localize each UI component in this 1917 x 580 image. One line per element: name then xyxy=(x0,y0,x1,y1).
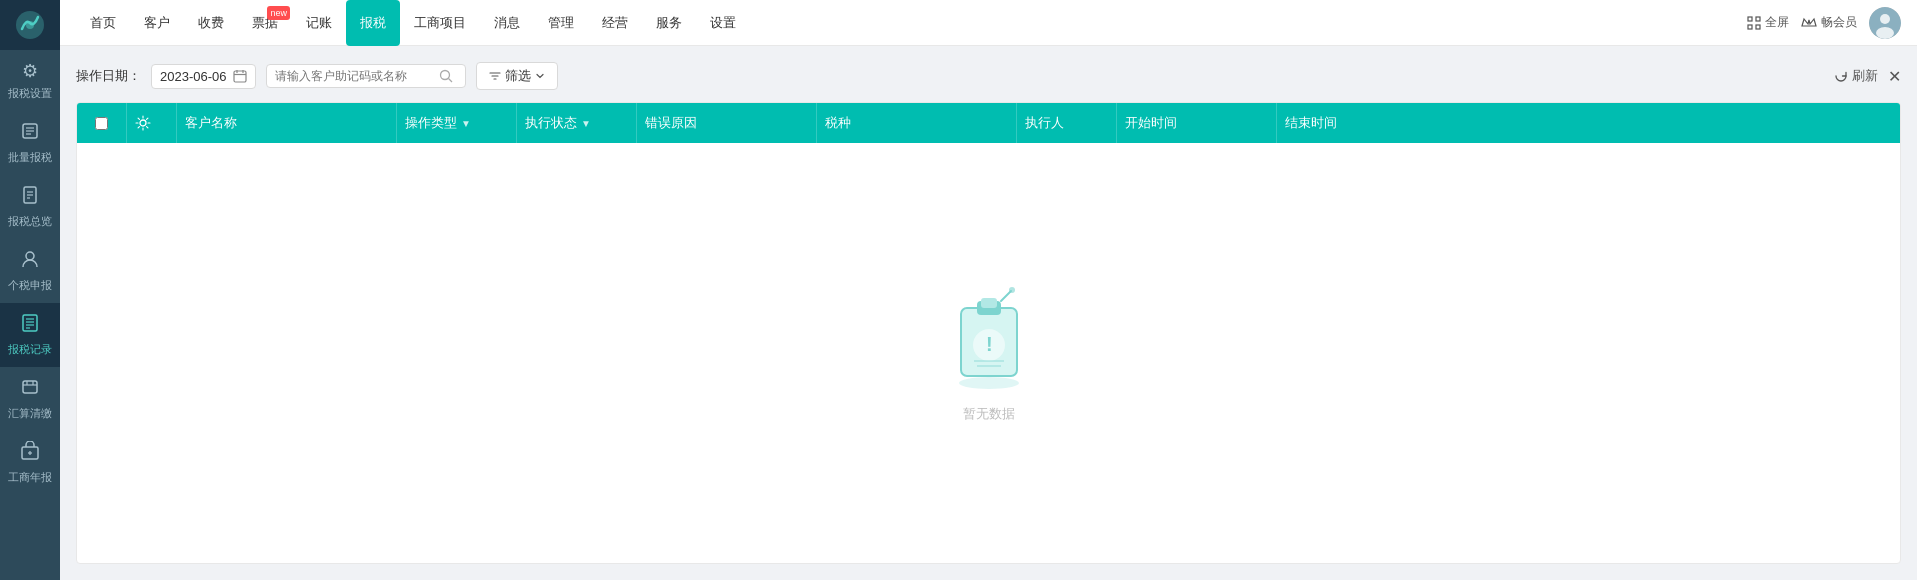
svg-rect-16 xyxy=(23,381,37,393)
vip-icon xyxy=(1801,16,1817,30)
gongshang-nianbao-icon xyxy=(20,441,40,466)
baoshui-jilu-icon xyxy=(20,313,40,338)
th-end-time: 结束时间 xyxy=(1277,103,1407,143)
empty-illustration: ! xyxy=(939,283,1039,393)
svg-point-26 xyxy=(1876,27,1894,39)
svg-rect-11 xyxy=(23,315,37,331)
topnav: 首页 客户 收费 票据 new 记账 报税 工商项目 消息 管理 经营 服务 设… xyxy=(60,0,1917,46)
nav-jingying[interactable]: 经营 xyxy=(588,0,642,46)
vip-button[interactable]: 畅会员 xyxy=(1801,14,1857,31)
new-badge: new xyxy=(267,6,290,20)
th-operation-type[interactable]: 操作类型 ▼ xyxy=(397,103,517,143)
sidebar-item-gongshang-nianbao[interactable]: 工商年报 xyxy=(0,431,60,495)
th-customer-name: 客户名称 xyxy=(177,103,397,143)
sidebar-item-baoshui-jilu[interactable]: 报税记录 xyxy=(0,303,60,367)
svg-point-34 xyxy=(959,377,1019,389)
sidebar-item-baoshui-shezhi[interactable]: ⚙ 报税设置 xyxy=(0,50,60,111)
date-label: 操作日期： xyxy=(76,67,141,85)
baoshui-shezhi-icon: ⚙ xyxy=(22,60,38,82)
close-button[interactable]: ✕ xyxy=(1888,67,1901,86)
fullscreen-button[interactable]: 全屏 xyxy=(1747,14,1789,31)
table-body: ! 暂无数据 xyxy=(77,143,1900,563)
nav-customer[interactable]: 客户 xyxy=(130,0,184,46)
th-checkbox[interactable] xyxy=(77,103,127,143)
nav-gongshang-xiangmu[interactable]: 工商项目 xyxy=(400,0,480,46)
date-value: 2023-06-06 xyxy=(160,69,227,84)
svg-rect-20 xyxy=(1748,17,1752,21)
sort-icon-status: ▼ xyxy=(581,118,591,129)
nav-guanli[interactable]: 管理 xyxy=(534,0,588,46)
svg-rect-21 xyxy=(1756,17,1760,21)
avatar-icon xyxy=(1869,7,1901,39)
piliang-baoshui-icon xyxy=(20,121,40,146)
refresh-label: 刷新 xyxy=(1852,67,1878,85)
th-tax-type: 税种 xyxy=(817,103,1017,143)
filter-button[interactable]: 筛选 xyxy=(476,62,558,90)
refresh-button[interactable]: 刷新 xyxy=(1834,67,1878,85)
svg-point-25 xyxy=(1880,14,1890,24)
nav-xiaoxi[interactable]: 消息 xyxy=(480,0,534,46)
toolbar: 操作日期： 2023-06-06 xyxy=(76,62,1901,90)
sort-icon-operation: ▼ xyxy=(461,118,471,129)
svg-rect-27 xyxy=(234,71,246,82)
svg-point-10 xyxy=(26,252,34,260)
th-executor: 执行人 xyxy=(1017,103,1117,143)
geshu-shenbao-icon xyxy=(20,249,40,274)
chevron-down-icon xyxy=(535,71,545,81)
nav-jizhang[interactable]: 记账 xyxy=(292,0,346,46)
nav-shezhi[interactable]: 设置 xyxy=(696,0,750,46)
search-input[interactable] xyxy=(275,69,435,83)
sidebar-item-baoshui-zonglian[interactable]: 报税总览 xyxy=(0,175,60,239)
filter-icon xyxy=(489,70,501,82)
search-box[interactable] xyxy=(266,64,466,88)
nav-baoshui[interactable]: 报税 xyxy=(346,0,400,46)
date-picker[interactable]: 2023-06-06 xyxy=(151,64,256,89)
svg-point-41 xyxy=(1009,287,1015,293)
empty-state: ! 暂无数据 xyxy=(899,143,1079,563)
svg-point-1 xyxy=(26,21,34,29)
nav-home[interactable]: 首页 xyxy=(76,0,130,46)
filter-label: 筛选 xyxy=(505,67,531,85)
fullscreen-icon xyxy=(1747,16,1761,30)
select-all-checkbox[interactable] xyxy=(95,117,108,130)
nav-shoufei[interactable]: 收费 xyxy=(184,0,238,46)
toolbar-right: 刷新 ✕ xyxy=(1834,67,1901,86)
table-container: 客户名称 操作类型 ▼ 执行状态 ▼ 错误原因 税种 执行人 xyxy=(76,102,1901,564)
baoshui-zonglian-icon xyxy=(20,185,40,210)
huisuan-jiaona-icon xyxy=(20,377,40,402)
sidebar: ⚙ 报税设置 批量报税 报税总览 xyxy=(0,0,60,580)
th-start-time: 开始时间 xyxy=(1117,103,1277,143)
table-header: 客户名称 操作类型 ▼ 执行状态 ▼ 错误原因 税种 执行人 xyxy=(77,103,1900,143)
sidebar-item-huisuan-jiaona[interactable]: 汇算清缴 xyxy=(0,367,60,431)
svg-rect-22 xyxy=(1748,25,1752,29)
empty-text: 暂无数据 xyxy=(963,405,1015,423)
search-icon xyxy=(439,69,453,83)
user-avatar[interactable] xyxy=(1869,7,1901,39)
calendar-icon xyxy=(233,69,247,83)
svg-text:!: ! xyxy=(986,333,993,355)
th-exec-status[interactable]: 执行状态 ▼ xyxy=(517,103,637,143)
svg-rect-23 xyxy=(1756,25,1760,29)
svg-line-40 xyxy=(1001,291,1011,301)
svg-line-32 xyxy=(448,79,452,83)
svg-point-31 xyxy=(440,71,449,80)
svg-rect-37 xyxy=(981,298,997,308)
svg-point-33 xyxy=(140,120,146,126)
refresh-icon xyxy=(1834,69,1848,83)
topnav-right: 全屏 畅会员 xyxy=(1747,7,1901,39)
th-error-reason: 错误原因 xyxy=(637,103,817,143)
sidebar-item-geshu-shenbao[interactable]: 个税申报 xyxy=(0,239,60,303)
th-settings[interactable] xyxy=(127,103,177,143)
nav-fuwu[interactable]: 服务 xyxy=(642,0,696,46)
sidebar-logo xyxy=(0,0,60,50)
content-area: 操作日期： 2023-06-06 xyxy=(60,46,1917,580)
settings-icon xyxy=(135,115,151,131)
sidebar-item-piliang-baoshui[interactable]: 批量报税 xyxy=(0,111,60,175)
nav-piaoju[interactable]: 票据 new xyxy=(238,0,292,46)
main-area: 首页 客户 收费 票据 new 记账 报税 工商项目 消息 管理 经营 服务 设… xyxy=(60,0,1917,580)
